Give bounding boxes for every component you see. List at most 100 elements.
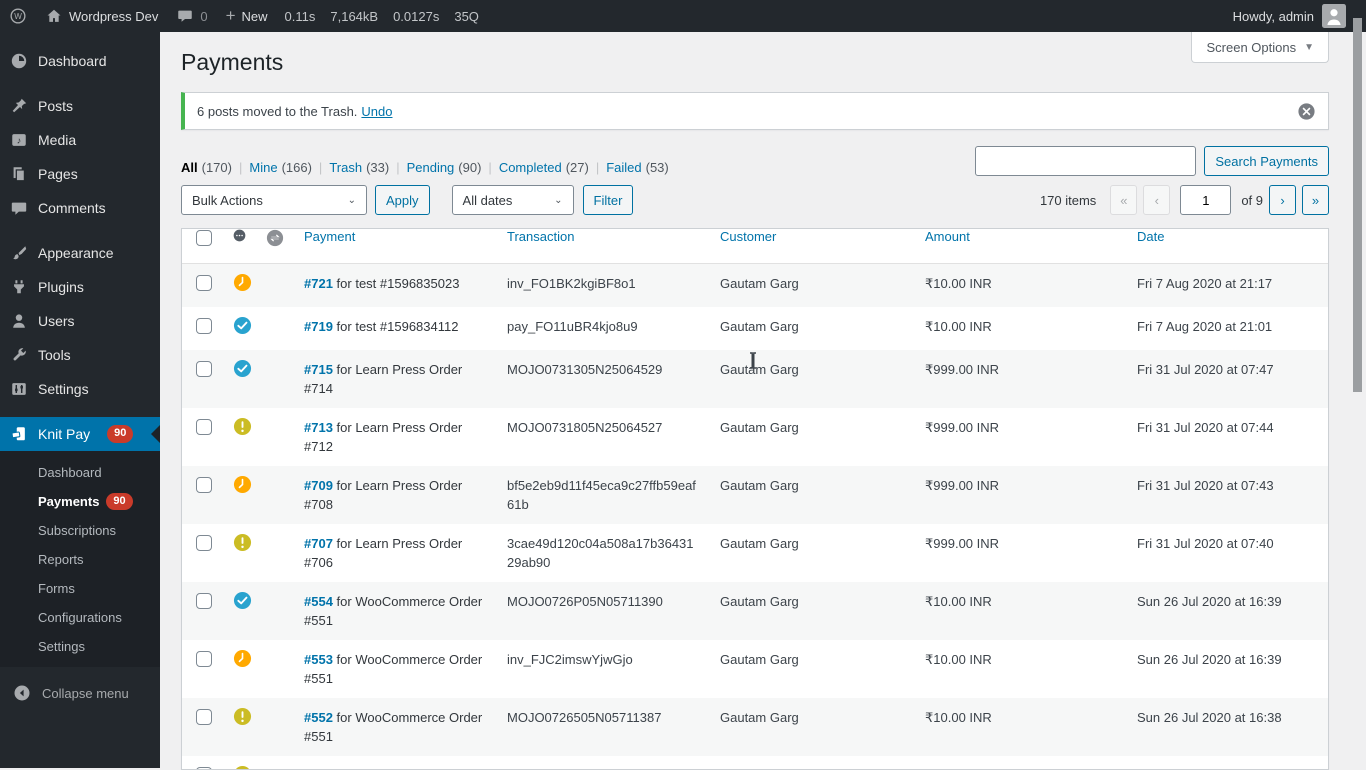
table-row: #552 for WooCommerce Order #551 MOJO0726… [182,698,1328,756]
table-row: #713 for Learn Press Order #712 MOJO0731… [182,408,1328,466]
row-checkbox[interactable] [196,419,212,435]
table-row: #719 for test #1596834112 pay_FO11uBR4kj… [182,307,1328,350]
filter-link-completed[interactable]: Completed [499,160,562,175]
filter-count: (170) [202,160,232,175]
payment-id-link[interactable]: #554 [304,594,333,609]
filter-completed: Completed(27) [481,160,588,175]
bulk-actions-select[interactable]: Bulk Actions ⌄ [181,185,367,215]
table-row: #553 for WooCommerce Order #551 inv_FJC2… [182,640,1328,698]
bulk-actions-value: Bulk Actions [192,193,263,208]
sidebar-subitem-subscriptions[interactable]: Subscriptions [0,516,160,545]
sidebar-subitem-configurations[interactable]: Configurations [0,603,160,632]
sidebar-item-dashboard[interactable]: Dashboard [0,44,160,78]
table-row: #554 for WooCommerce Order #551 MOJO0726… [182,582,1328,640]
collapse-menu-label: Collapse menu [42,686,129,701]
payment-id-link[interactable]: #721 [304,276,333,291]
filter-link-mine[interactable]: Mine [249,160,277,175]
row-checkbox[interactable] [196,535,212,551]
comments-shortcut[interactable]: 0 [167,0,216,32]
column-header-amount[interactable]: Amount [925,229,970,244]
sidebar-item-appearance[interactable]: Appearance [0,236,160,270]
last-page-button[interactable]: » [1302,185,1329,215]
sidebar-subitem-forms[interactable]: Forms [0,574,160,603]
recurring-column-icon [266,229,284,247]
status-column-icon [233,229,246,242]
row-checkbox[interactable] [196,651,212,667]
sidebar-item-pages[interactable]: Pages [0,157,160,191]
sidebar-item-media[interactable]: ♪ Media [0,123,160,157]
svg-text:W: W [14,12,22,21]
date: Fri 31 Jul 2020 at 07:40 [1127,524,1328,582]
first-page-button[interactable]: « [1110,185,1137,215]
payment-id-link[interactable]: #553 [304,652,333,667]
payment-id-link[interactable]: #715 [304,362,333,377]
row-checkbox[interactable] [196,275,212,291]
sidebar-subitem-dashboard[interactable]: Dashboard [0,458,160,487]
sidebar-item-posts[interactable]: Posts [0,89,160,123]
status-failed-icon [233,765,252,770]
sidebar-subitem-settings[interactable]: Settings [0,632,160,661]
column-header-transaction[interactable]: Transaction [507,229,574,244]
payment-id-link[interactable]: #709 [304,478,333,493]
payment-id-link[interactable]: #552 [304,710,333,725]
screen-options-button[interactable]: Screen Options ▼ [1191,32,1329,63]
customer-name: Gautam Garg [710,307,915,350]
payment-id-link[interactable]: #707 [304,536,333,551]
filter-link-all[interactable]: All [181,160,198,175]
row-checkbox[interactable] [196,767,212,770]
collapse-menu-button[interactable]: Collapse menu [0,676,160,710]
admin-bar: W Wordpress Dev 0 + New 0.11s7,164kB0.01… [0,0,1366,32]
sidebar-item-settings[interactable]: Settings [0,372,160,406]
date: Sun 26 Jul 2020 at 16:39 [1127,582,1328,640]
search-input[interactable] [975,146,1196,176]
prev-page-button[interactable]: ‹ [1143,185,1170,215]
filter-button[interactable]: Filter [583,185,634,215]
undo-link[interactable]: Undo [361,104,392,119]
status-completed-icon [233,591,252,610]
avatar[interactable] [1322,4,1346,28]
current-page-input[interactable] [1180,185,1231,215]
sidebar-item-users[interactable]: Users [0,304,160,338]
sidebar-subitem-reports[interactable]: Reports [0,545,160,574]
stat-value: 35Q [454,9,479,24]
customer-name: Gautam Garg [710,263,915,307]
row-checkbox[interactable] [196,709,212,725]
customer-name: Gautam Garg [710,640,915,698]
row-checkbox[interactable] [196,477,212,493]
filter-link-failed[interactable]: Failed [606,160,641,175]
new-content-menu[interactable]: + New [217,0,277,32]
vertical-scrollbar-thumb[interactable] [1353,18,1362,392]
site-name-link[interactable]: Wordpress Dev [36,0,167,32]
payment-id-link[interactable]: #713 [304,420,333,435]
notice-text: 6 posts moved to the Trash. [197,104,357,119]
row-checkbox[interactable] [196,361,212,377]
stat-value: 0.11s [285,9,316,24]
date-filter-select[interactable]: All dates ⌄ [452,185,574,215]
chevron-down-icon: ⌄ [554,195,562,206]
transaction-id: inv_FJC2imswYjwGjo [497,640,710,698]
column-header-customer[interactable]: Customer [720,229,776,244]
row-checkbox[interactable] [196,318,212,334]
howdy-text[interactable]: Howdy, admin [1233,9,1314,24]
wordpress-logo-menu[interactable]: W [0,0,36,32]
row-checkbox[interactable] [196,593,212,609]
tools-icon [10,346,28,364]
column-header-payment[interactable]: Payment [304,229,355,244]
next-page-button[interactable]: › [1269,185,1296,215]
column-header-date[interactable]: Date [1137,229,1164,244]
bulk-actions-toolbar: Bulk Actions ⌄ Apply All dates ⌄ Filter [181,185,633,215]
filter-link-pending[interactable]: Pending [407,160,455,175]
table-header-row: Payment Transaction Customer Amount Date [182,229,1328,263]
search-payments-button[interactable]: Search Payments [1204,146,1329,176]
sidebar-item-tools[interactable]: Tools [0,338,160,372]
sidebar-item-plugins[interactable]: Plugins [0,270,160,304]
sidebar-subitem-payments[interactable]: Payments 90 [0,487,160,516]
payment-title: for test #1596835023 [337,276,460,291]
sidebar-item-comments[interactable]: Comments [0,191,160,225]
filter-link-trash[interactable]: Trash [329,160,362,175]
apply-button[interactable]: Apply [375,185,430,215]
dismiss-notice-icon[interactable] [1297,102,1316,121]
payment-id-link[interactable]: #719 [304,319,333,334]
select-all-checkbox[interactable] [196,230,212,246]
sidebar-item-knit-pay[interactable]: Knit Pay 90 [0,417,160,451]
